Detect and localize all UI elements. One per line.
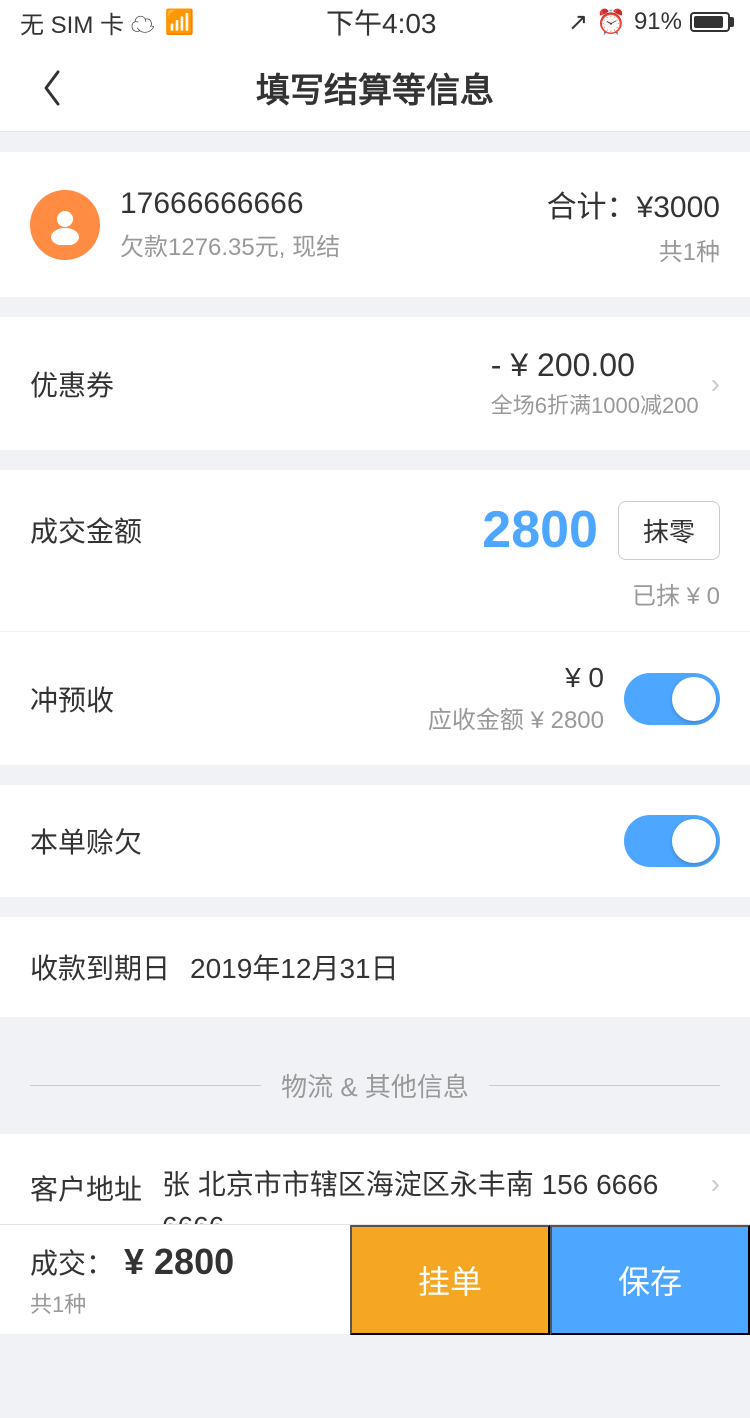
round-button[interactable]: 抹零 [618,501,720,560]
deal-label: 成交金额 [30,510,142,550]
user-left: 17666666666 欠款1276.35元, 现结 [30,187,340,262]
prepay-right: ¥ 0 应收金额 ¥ 2800 [428,662,720,735]
wifi-icon: 📶 [165,8,195,37]
back-button[interactable] [30,66,74,110]
footer: 成交： ¥ 2800 共1种 挂单 保存 [0,1224,750,1334]
footer-deal-amount: ¥ 2800 [124,1241,234,1283]
coupon-row[interactable]: 优惠券 - ¥ 200.00 全场6折满1000减200 › [0,317,750,450]
nav-bar: 填写结算等信息 [0,44,750,132]
user-phone: 17666666666 [120,187,340,221]
toggle-knob [672,677,716,721]
clock-icon: ⏰ [596,8,626,37]
address-chevron-icon: › [711,1168,720,1200]
footer-count: 共1种 [30,1287,320,1319]
divider-line-right [489,1085,720,1086]
divider-line-left [30,1085,261,1086]
coupon-right: - ¥ 200.00 全场6折满1000减200 › [491,347,720,420]
divider-text: 物流 & 其他信息 [281,1067,469,1104]
user-right: 合计：¥3000 共1种 [547,182,720,267]
sim-label: 无 SIM 卡 ☁ [20,5,155,40]
deal-right: 2800 抹零 [482,500,720,560]
deal-sub: 已抹 ¥ 0 [632,583,720,610]
avatar [30,190,100,260]
save-button[interactable]: 保存 [550,1225,750,1335]
duedate-label: 收款到期日 [30,947,170,987]
prepay-toggle[interactable] [624,673,720,725]
location-icon: ↗ [568,8,588,37]
status-bar: 无 SIM 卡 ☁ 📶 下午4:03 ↗ ⏰ 91% [0,0,750,44]
coupon-discount: - ¥ 200.00 [491,347,699,384]
chevron-right-icon: › [711,368,720,400]
status-time: 下午4:03 [326,2,437,42]
coupon-desc: 全场6折满1000减200 [491,388,699,420]
total-amount: 合计：¥3000 [547,182,720,226]
status-left: 无 SIM 卡 ☁ 📶 [20,5,195,40]
total-count: 共1种 [547,232,720,267]
debt-toggle[interactable] [624,815,720,867]
prepay-label: 冲预收 [30,679,114,719]
prepay-row: 冲预收 ¥ 0 应收金额 ¥ 2800 [0,631,750,765]
debt-label: 本单赊欠 [30,821,142,861]
deal-section: 成交金额 2800 抹零 已抹 ¥ 0 冲预收 ¥ 0 应收金额 ¥ 2800 [0,470,750,765]
hang-button[interactable]: 挂单 [350,1225,550,1335]
user-info: 17666666666 欠款1276.35元, 现结 [120,187,340,262]
footer-deal-label: 成交： [30,1242,114,1282]
debt-section: 本单赊欠 [0,785,750,897]
address-label: 客户地址 [30,1168,142,1208]
footer-info: 成交： ¥ 2800 共1种 [0,1241,350,1319]
prepay-amount: ¥ 0 [428,662,604,694]
status-right: ↗ ⏰ 91% [568,8,730,37]
user-debt: 欠款1276.35元, 现结 [120,227,340,262]
battery-icon [690,12,730,32]
debt-toggle-knob [672,819,716,863]
deal-amount: 2800 [482,500,598,560]
user-card: 17666666666 欠款1276.35元, 现结 合计：¥3000 共1种 [0,152,750,297]
divider-section: 物流 & 其他信息 [0,1037,750,1134]
duedate-value: 2019年12月31日 [190,947,399,987]
page-title: 填写结算等信息 [256,63,494,112]
duedate-section: 收款到期日 2019年12月31日 [0,917,750,1017]
coupon-label: 优惠券 [30,364,114,404]
battery-percent: 91% [634,8,682,36]
prepay-sub: 应收金额 ¥ 2800 [428,700,604,735]
footer-deal: 成交： ¥ 2800 [30,1241,320,1283]
